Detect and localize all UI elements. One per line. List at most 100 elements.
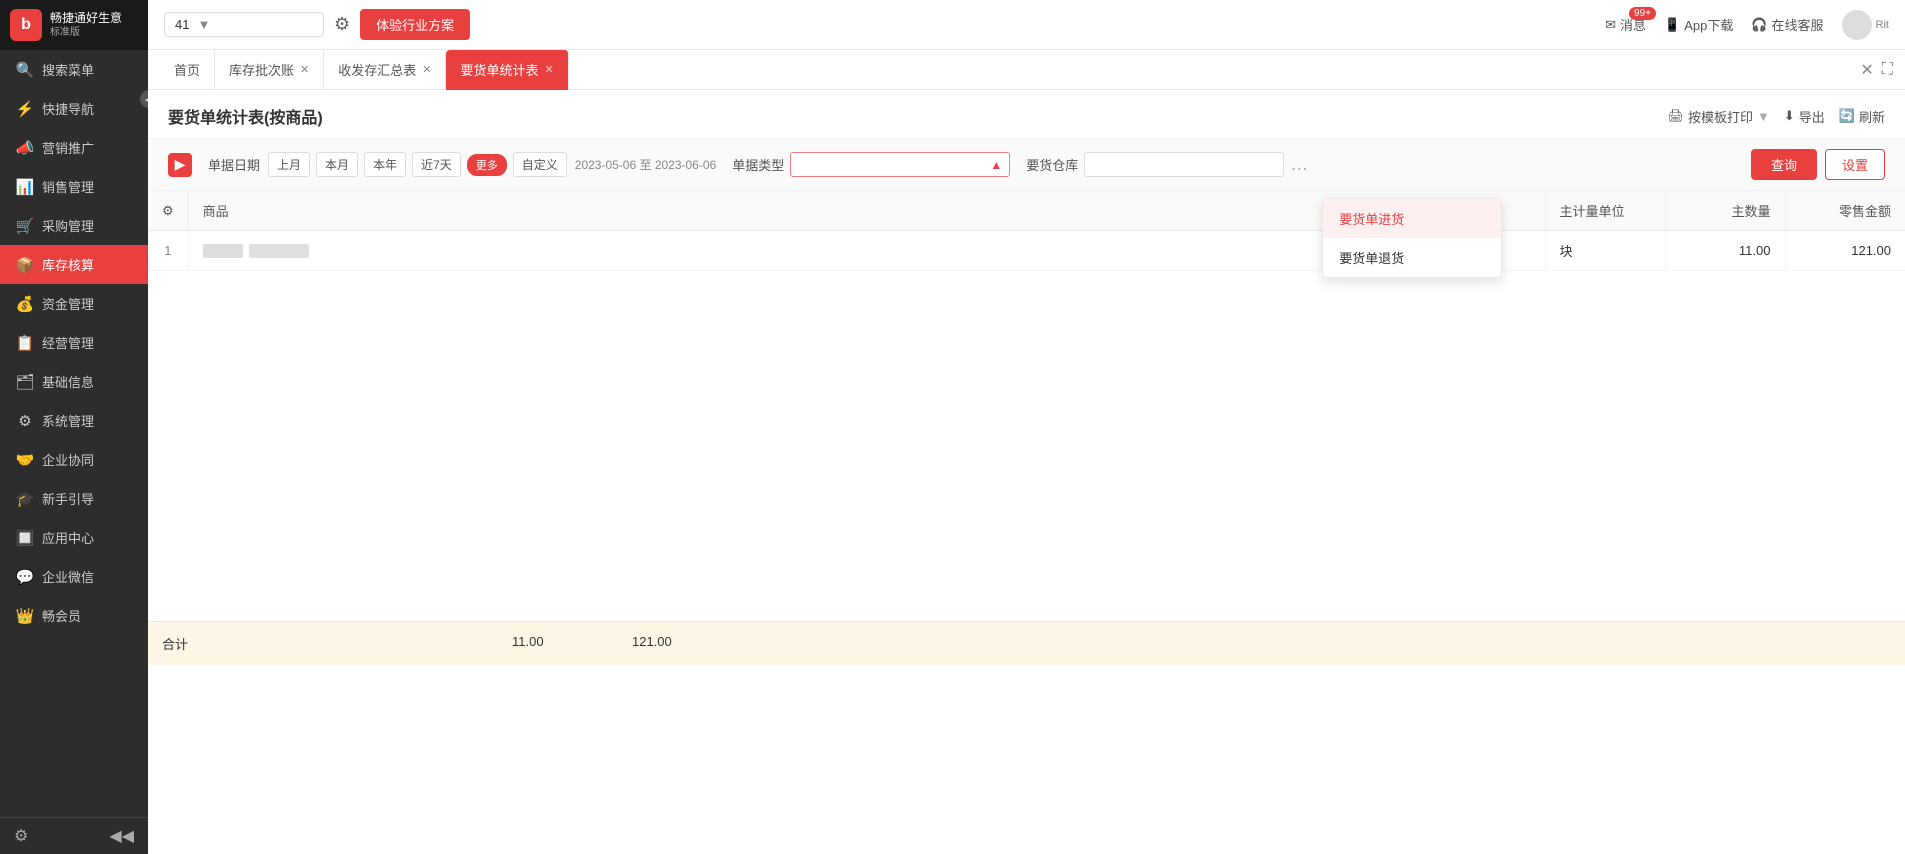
col-header-settings[interactable]: ⚙: [148, 191, 188, 231]
type-filter-input[interactable]: [790, 152, 1010, 177]
filter-action-buttons: 查询 设置: [1751, 149, 1885, 180]
sidebar-item-marketing[interactable]: 📣 营销推广: [0, 128, 148, 167]
date-filter-group: 单据日期 上月 本月 本年 近7天 更多 自定义 2023-05-06 至 20…: [208, 152, 716, 177]
date-btn-last-month[interactable]: 上月: [268, 152, 310, 177]
app-download-label: App下载: [1684, 15, 1733, 34]
sidebar-item-finance[interactable]: 💰 资金管理: [0, 284, 148, 323]
sidebar-item-label: 资金管理: [42, 294, 94, 313]
row-qty: 11.00: [1665, 231, 1785, 271]
row-unit: 块: [1545, 231, 1665, 271]
sidebar-item-label: 营销推广: [42, 138, 94, 157]
export-button[interactable]: ⬇ 导出: [1784, 107, 1825, 126]
tab-inventory-batch[interactable]: 库存批次账 ✕: [215, 50, 324, 90]
refresh-button[interactable]: 🔄 刷新: [1839, 107, 1885, 126]
guide-icon: 🎓: [16, 490, 34, 508]
footer-unit-spacer: [392, 634, 512, 653]
sidebar-item-label: 企业微信: [42, 567, 94, 586]
sidebar-footer: ⚙ ◀◀: [0, 817, 148, 854]
filter-expand-button[interactable]: ▶: [168, 153, 192, 177]
refresh-label: 刷新: [1859, 107, 1885, 126]
sidebar-item-label: 企业协同: [42, 450, 94, 469]
sidebar-item-label: 库存核算: [42, 255, 94, 274]
user-avatar: [1842, 10, 1872, 40]
footer-total-qty: 11.00: [512, 634, 632, 653]
page-header: 要货单统计表(按商品) 🖨 按模板打印 ▼ ⬇ 导出 🔄 刷新: [148, 90, 1905, 139]
dropdown-item-tuihuo[interactable]: 要货单退货: [1323, 238, 1501, 277]
sidebar: b 畅捷通好生意 标准版 ◀ 🔍 搜索菜单 ⚡ 快捷导航 📣 营销推广 📊 销售…: [0, 0, 148, 854]
topbar-gear-icon[interactable]: ⚙: [334, 14, 350, 35]
sidebar-item-basic-info[interactable]: 🗂 基础信息: [0, 362, 148, 401]
sidebar-item-search[interactable]: 🔍 搜索菜单: [0, 50, 148, 89]
sidebar-item-purchase[interactable]: 🛒 采购管理: [0, 206, 148, 245]
online-service-item[interactable]: 🎧 在线客服: [1751, 15, 1823, 34]
headset-icon: 🎧: [1751, 17, 1767, 33]
table-empty-space: [148, 271, 1905, 621]
sidebar-item-quick-nav[interactable]: ⚡ 快捷导航: [0, 89, 148, 128]
system-icon: ⚙: [16, 412, 34, 430]
tab-close-icon[interactable]: ✕: [422, 63, 431, 76]
sidebar-item-label: 销售管理: [42, 177, 94, 196]
date-buttons: 上月 本月 本年 近7天 更多 自定义: [268, 152, 567, 177]
footer-collapse-icon[interactable]: ◀◀: [109, 826, 134, 846]
sidebar-item-apps[interactable]: 🔲 应用中心: [0, 518, 148, 557]
date-btn-more[interactable]: 更多: [467, 154, 507, 176]
sidebar-item-system[interactable]: ⚙ 系统管理: [0, 401, 148, 440]
page-actions: 🖨 按模板打印 ▼ ⬇ 导出 🔄 刷新: [1667, 107, 1885, 126]
sidebar-item-vip[interactable]: 👑 畅会员: [0, 596, 148, 635]
app-logo: b 畅捷通好生意 标准版: [0, 0, 148, 50]
date-btn-custom[interactable]: 自定义: [513, 152, 567, 177]
sidebar-item-wechat[interactable]: 💬 企业微信: [0, 557, 148, 596]
date-btn-last-7days[interactable]: 近7天: [412, 152, 461, 177]
query-button[interactable]: 查询: [1751, 149, 1817, 180]
tab-home[interactable]: 首页: [160, 50, 215, 90]
tab-close-icon[interactable]: ✕: [300, 63, 309, 76]
warehouse-filter-group: 要货仓库 …: [1026, 152, 1308, 177]
sidebar-item-label: 应用中心: [42, 528, 94, 547]
print-icon: 🖨: [1667, 108, 1684, 124]
dropdown-item-jinhuo[interactable]: 要货单进货: [1323, 199, 1501, 238]
sidebar-item-sales[interactable]: 📊 销售管理: [0, 167, 148, 206]
messages-item[interactable]: ✉ 消息 99+: [1605, 15, 1646, 34]
warehouse-filter-input[interactable]: [1084, 152, 1284, 177]
print-template-button[interactable]: 🖨 按模板打印 ▼: [1667, 107, 1769, 126]
date-btn-this-month[interactable]: 本月: [316, 152, 358, 177]
filter-bar: ▶ 单据日期 上月 本月 本年 近7天 更多 自定义 2023-05-06 至 …: [148, 139, 1905, 191]
sidebar-item-label: 快捷导航: [42, 99, 94, 118]
user-avatar-item[interactable]: Rit: [1842, 10, 1889, 40]
purchase-icon: 🛒: [16, 217, 34, 235]
footer-label-text: 合计: [162, 637, 188, 652]
trial-button[interactable]: 体验行业方案: [360, 9, 470, 40]
sidebar-item-guide[interactable]: 🎓 新手引导: [0, 479, 148, 518]
sidebar-item-label: 采购管理: [42, 216, 94, 235]
export-label: 导出: [1799, 107, 1825, 126]
col-header-amount: 零售金额: [1785, 191, 1905, 231]
footer-settings-icon[interactable]: ⚙: [14, 826, 28, 846]
sidebar-item-enterprise[interactable]: 🤝 企业协同: [0, 440, 148, 479]
finance-icon: 💰: [16, 295, 34, 313]
sales-icon: 📊: [16, 178, 34, 196]
table-row: 1 块 11.00 121.00: [148, 231, 1905, 271]
logo-icon: b: [10, 9, 42, 41]
table-footer-row: 合计 11.00 121.00: [148, 621, 1905, 665]
company-selector[interactable]: 41 ▼: [164, 12, 324, 37]
tab-order-summary[interactable]: 要货单统计表 ✕: [446, 50, 568, 90]
app-name: 畅捷通好生意 标准版: [50, 11, 122, 40]
tabs-close-all-icon[interactable]: ✕: [1860, 60, 1873, 80]
sidebar-item-operations[interactable]: 📋 经营管理: [0, 323, 148, 362]
topbar: 41 ▼ ⚙ 体验行业方案 ✉ 消息 99+ 📱 App下载 🎧 在线客服 R: [148, 0, 1905, 50]
data-table-container: ⚙ 商品 主计量单位 主数量 零售金额 1: [148, 191, 1905, 271]
refresh-icon: 🔄: [1839, 108, 1855, 124]
app-download-item[interactable]: 📱 App下载: [1664, 15, 1733, 34]
tabs-expand-icon[interactable]: ⛶: [1882, 61, 1893, 79]
tab-receive-summary[interactable]: 收发存汇总表 ✕: [324, 50, 446, 90]
settings-button[interactable]: 设置: [1825, 149, 1885, 180]
more-filters-icon[interactable]: …: [1290, 154, 1308, 175]
table-settings-icon: ⚙: [162, 203, 174, 218]
tab-close-icon[interactable]: ✕: [545, 63, 554, 76]
date-btn-this-year[interactable]: 本年: [364, 152, 406, 177]
footer-total-label: 合计: [162, 634, 392, 653]
sidebar-item-label: 畅会员: [42, 606, 81, 625]
date-range-display: 2023-05-06 至 2023-06-06: [575, 156, 716, 173]
chevron-down-icon: ▼: [197, 17, 210, 32]
sidebar-item-inventory[interactable]: 📦 库存核算: [0, 245, 148, 284]
